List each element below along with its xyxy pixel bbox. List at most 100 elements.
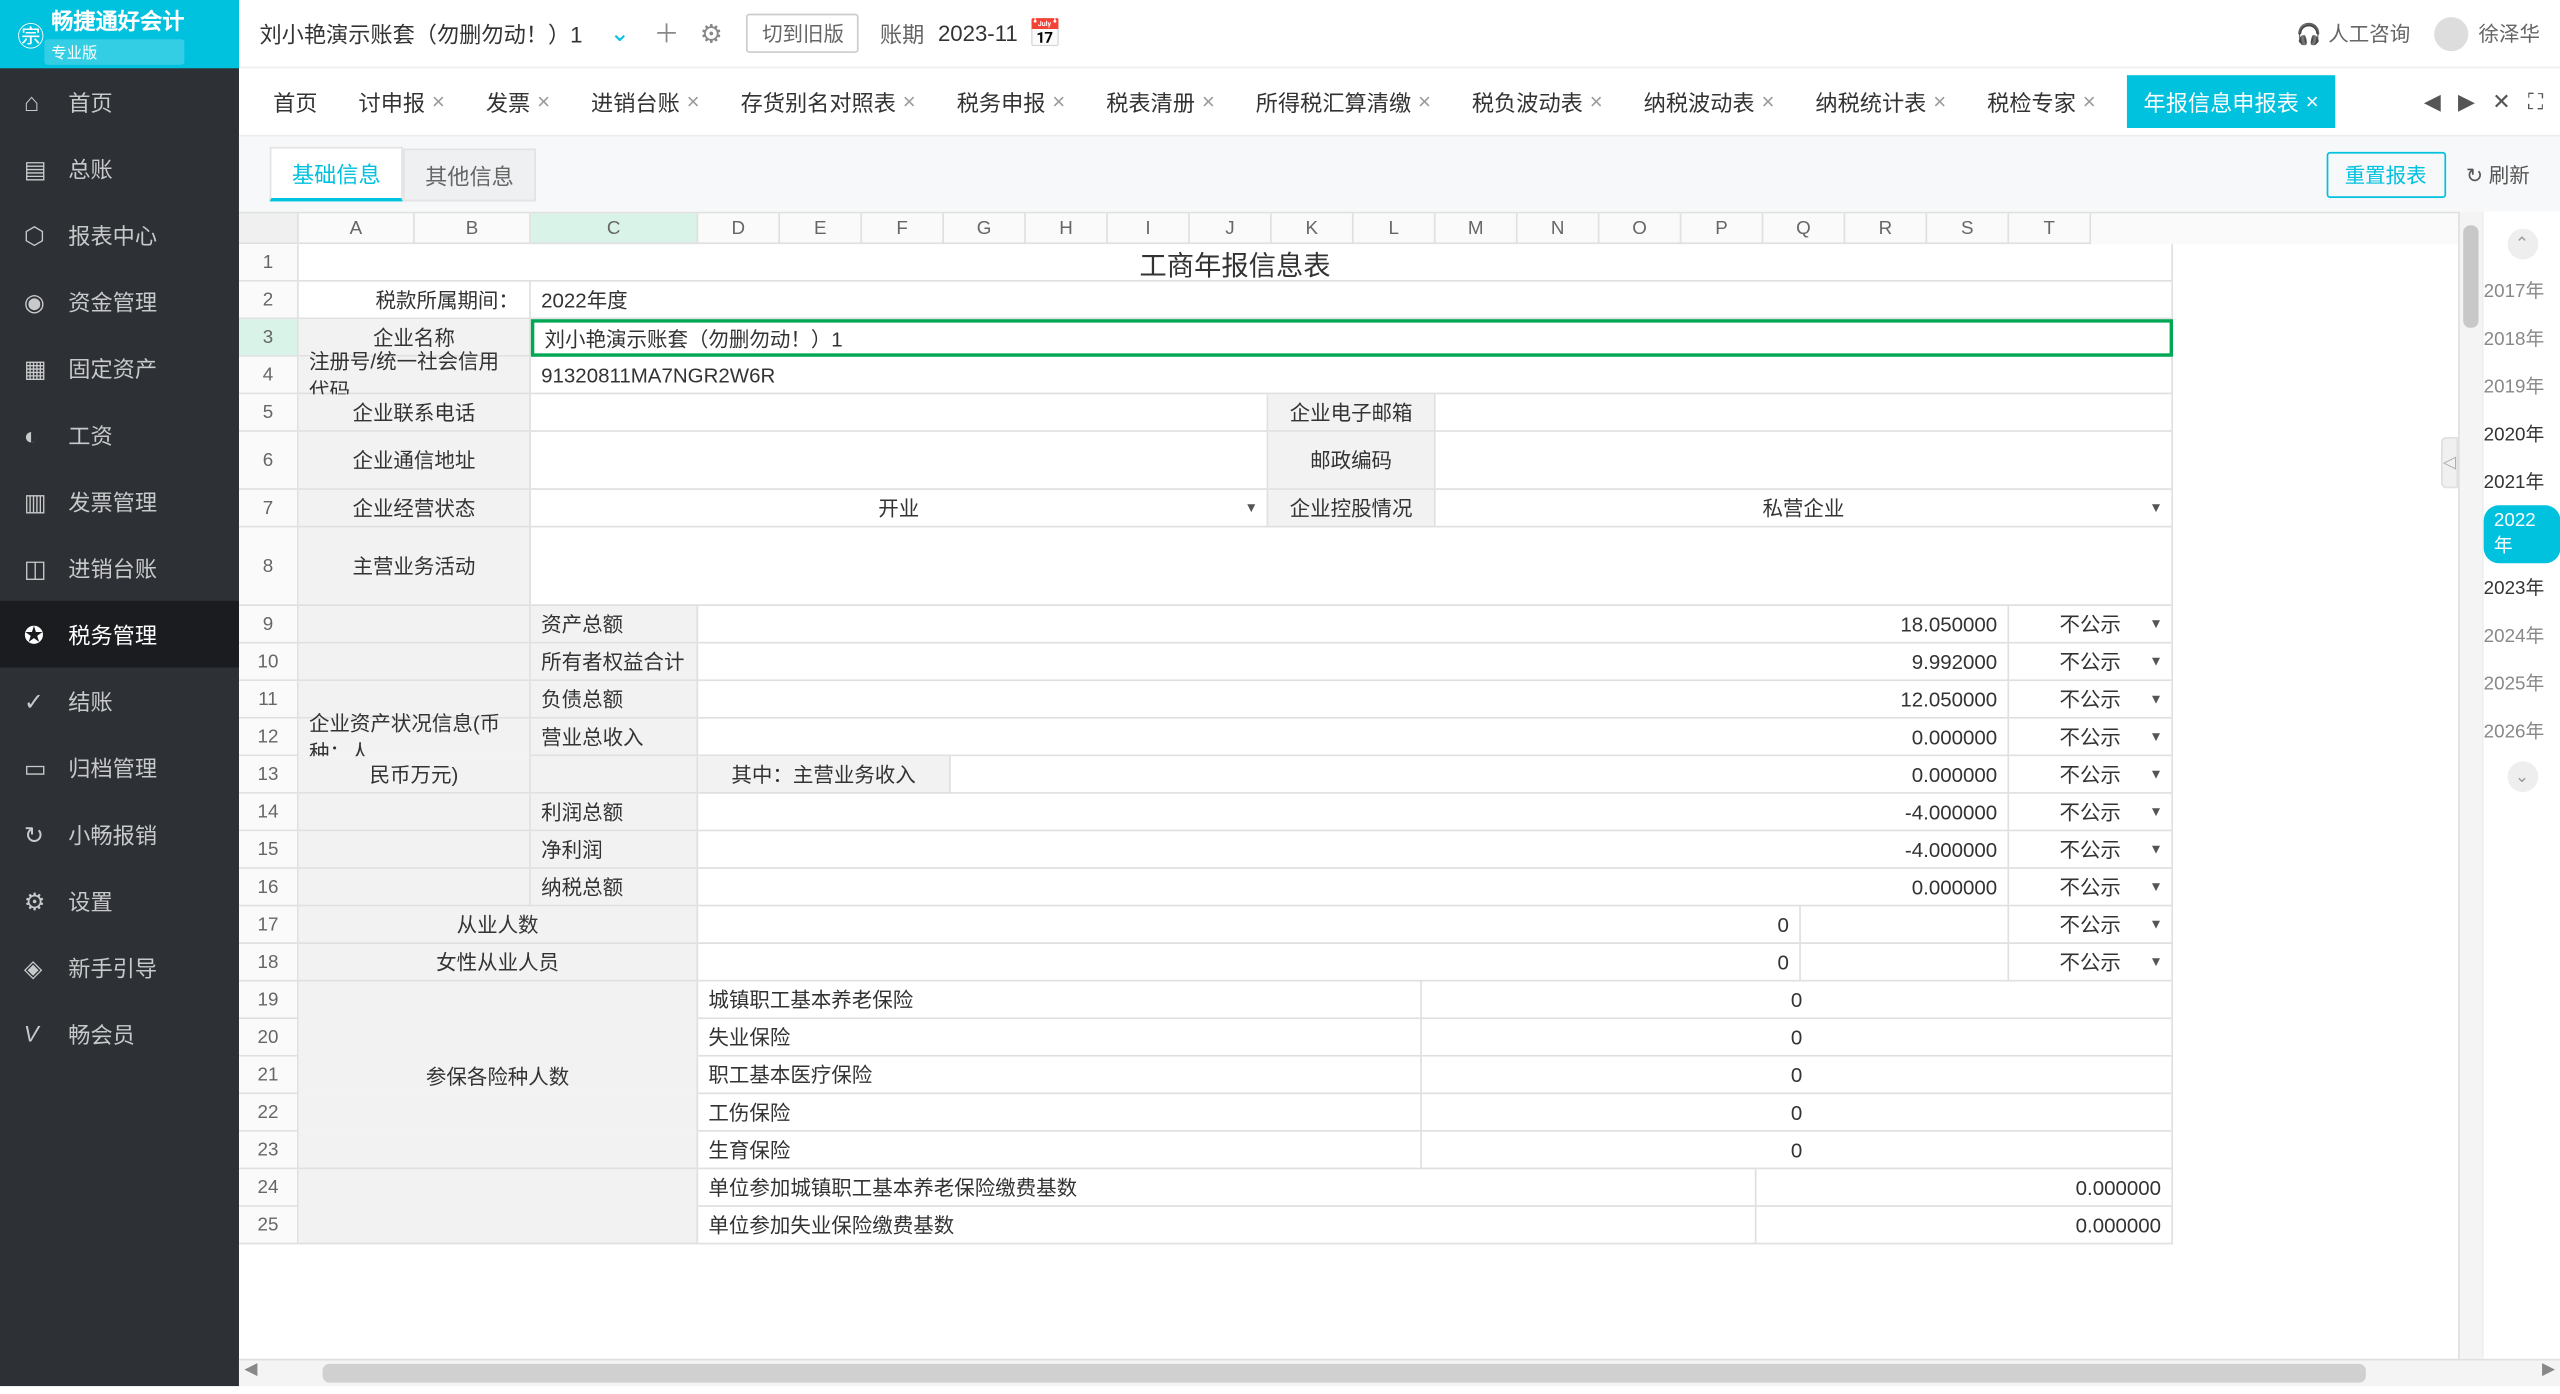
tab-close-all-icon[interactable]: ✕ <box>2492 88 2511 115</box>
col-header-I[interactable]: I <box>1108 213 1190 244</box>
row-header-20[interactable]: 20 <box>239 1019 299 1057</box>
col-header-H[interactable]: H <box>1026 213 1108 244</box>
sidebar-item-7[interactable]: 进销台账 <box>0 534 239 601</box>
sidebar-item-3[interactable]: 资金管理 <box>0 268 239 335</box>
phone-value[interactable] <box>531 394 1268 432</box>
row-header-16[interactable]: 16 <box>239 869 299 907</box>
ins-row-value[interactable]: 0 <box>1422 1019 2173 1057</box>
col-header-L[interactable]: L <box>1354 213 1436 244</box>
year-2019年[interactable]: 2019年 <box>2484 362 2560 410</box>
asset-row-value[interactable]: 9.992000 <box>698 644 2009 682</box>
bizstatus-select[interactable]: 开业 <box>531 490 1268 528</box>
sidebar-item-2[interactable]: 报表中心 <box>0 201 239 268</box>
sidebar-item-9[interactable]: 结账 <box>0 667 239 734</box>
col-header-C[interactable]: C <box>531 213 698 244</box>
postcode-value[interactable] <box>1436 432 2173 490</box>
asset-row-value[interactable]: 12.050000 <box>698 681 2009 719</box>
horizontal-scrollbar[interactable]: ◀ ▶ <box>239 1359 2560 1386</box>
subtab-other[interactable]: 其他信息 <box>403 148 536 201</box>
close-icon[interactable]: × <box>903 89 916 115</box>
asset-row-value[interactable]: 0.000000 <box>698 869 2009 907</box>
subtab-basic[interactable]: 基础信息 <box>270 147 403 202</box>
tab-11[interactable]: 税检专家× <box>1977 85 2106 117</box>
employee-value[interactable]: 0 <box>698 906 1801 944</box>
year-2017年[interactable]: 2017年 <box>2484 266 2560 314</box>
row-header-6[interactable]: 6 <box>239 432 299 490</box>
tab-1[interactable]: 讨申报× <box>348 85 455 117</box>
reg-code-value[interactable]: 91320811MA7NGR2W6R <box>531 357 2173 395</box>
add-icon[interactable]: ＋ <box>654 15 680 51</box>
row-header-15[interactable]: 15 <box>239 831 299 869</box>
col-header-P[interactable]: P <box>1681 213 1763 244</box>
sidebar-item-11[interactable]: 小畅报销 <box>0 801 239 868</box>
sidebar-item-10[interactable]: 归档管理 <box>0 734 239 801</box>
row-header-23[interactable]: 23 <box>239 1132 299 1170</box>
holding-select[interactable]: 私营企业 <box>1436 490 2173 528</box>
tab-4[interactable]: 存货别名对照表× <box>730 85 926 117</box>
gear-icon[interactable]: ⚙ <box>700 18 723 49</box>
year-2020年[interactable]: 2020年 <box>2484 410 2560 458</box>
row-header-2[interactable]: 2 <box>239 282 299 320</box>
year-2026年[interactable]: 2026年 <box>2484 707 2560 755</box>
close-icon[interactable]: × <box>1761 89 1774 115</box>
employee-pub[interactable]: 不公示 <box>2009 906 2173 944</box>
sidebar-item-8[interactable]: 税务管理 <box>0 601 239 668</box>
row-header-25[interactable]: 25 <box>239 1207 299 1245</box>
row-header-3[interactable]: 3 <box>239 319 299 357</box>
close-icon[interactable]: × <box>1933 89 1946 115</box>
asset-row-pub[interactable]: 不公示 <box>2009 644 2173 682</box>
tab-10[interactable]: 纳税统计表× <box>1805 85 1956 117</box>
tab-0[interactable]: 首页 <box>263 85 328 117</box>
col-header-B[interactable]: B <box>415 213 531 244</box>
chevron-down-icon[interactable]: ⌄ <box>610 19 630 48</box>
year-2024年[interactable]: 2024年 <box>2484 611 2560 659</box>
tab-6[interactable]: 税表清册× <box>1096 85 1225 117</box>
ins-row-value[interactable]: 0 <box>1422 982 2173 1020</box>
switch-old-version-button[interactable]: 切到旧版 <box>747 14 860 53</box>
row-header-22[interactable]: 22 <box>239 1094 299 1132</box>
year-2021年[interactable]: 2021年 <box>2484 457 2560 505</box>
col-header-E[interactable]: E <box>780 213 862 244</box>
col-header-M[interactable]: M <box>1436 213 1518 244</box>
address-value[interactable] <box>531 432 1268 490</box>
year-2022年[interactable]: 2022年 <box>2484 505 2560 563</box>
row-header-24[interactable]: 24 <box>239 1169 299 1207</box>
close-icon[interactable]: × <box>1052 89 1065 115</box>
sidebar-item-6[interactable]: 发票管理 <box>0 468 239 535</box>
sidebar-item-0[interactable]: 首页 <box>0 68 239 135</box>
ins-row-value[interactable]: 0 <box>1422 1094 2173 1132</box>
tab-7[interactable]: 所得税汇算清缴× <box>1246 85 1442 117</box>
base2-value[interactable]: 0.000000 <box>1757 1207 2174 1245</box>
row-header-14[interactable]: 14 <box>239 794 299 832</box>
year-2018年[interactable]: 2018年 <box>2484 314 2560 362</box>
sidebar-item-5[interactable]: 工资 <box>0 401 239 468</box>
row-header-4[interactable]: 4 <box>239 357 299 395</box>
sidebar-item-4[interactable]: 固定资产 <box>0 335 239 402</box>
close-icon[interactable]: × <box>1202 89 1215 115</box>
asset-row-value[interactable]: -4.000000 <box>698 831 2009 869</box>
year-panel-toggle[interactable]: ◁ <box>2441 437 2458 488</box>
year-2025年[interactable]: 2025年 <box>2484 659 2560 707</box>
scroll-right-icon[interactable]: ▶ <box>2537 1360 2560 1386</box>
row-header-11[interactable]: 11 <box>239 681 299 719</box>
asset-row-pub[interactable]: 不公示 <box>2009 831 2173 869</box>
tab-next-icon[interactable]: ▶ <box>2458 88 2475 115</box>
hscroll-thumb[interactable] <box>323 1364 2366 1383</box>
col-header-R[interactable]: R <box>1845 213 1927 244</box>
close-icon[interactable]: × <box>2083 89 2096 115</box>
year-down-icon[interactable]: ⌄ <box>2507 761 2538 792</box>
ins-row-value[interactable]: 0 <box>1422 1057 2173 1095</box>
col-header-O[interactable]: O <box>1599 213 1681 244</box>
mainbiz-value[interactable] <box>531 527 2173 606</box>
female-value[interactable]: 0 <box>698 944 1801 982</box>
tab-5[interactable]: 税务申报× <box>946 85 1075 117</box>
username[interactable]: 徐泽华 <box>2479 19 2540 48</box>
consult-link[interactable]: 🎧 人工咨询 <box>2296 19 2410 48</box>
scrollbar-thumb[interactable] <box>2463 225 2478 327</box>
close-icon[interactable]: × <box>1590 89 1603 115</box>
sub-income-pub[interactable]: 不公示 <box>2009 756 2173 794</box>
ins-row-value[interactable]: 0 <box>1422 1132 2173 1170</box>
sheet-corner[interactable] <box>239 213 299 244</box>
sub-income-value[interactable]: 0.000000 <box>951 756 2009 794</box>
asset-row-value[interactable]: 18.050000 <box>698 606 2009 644</box>
